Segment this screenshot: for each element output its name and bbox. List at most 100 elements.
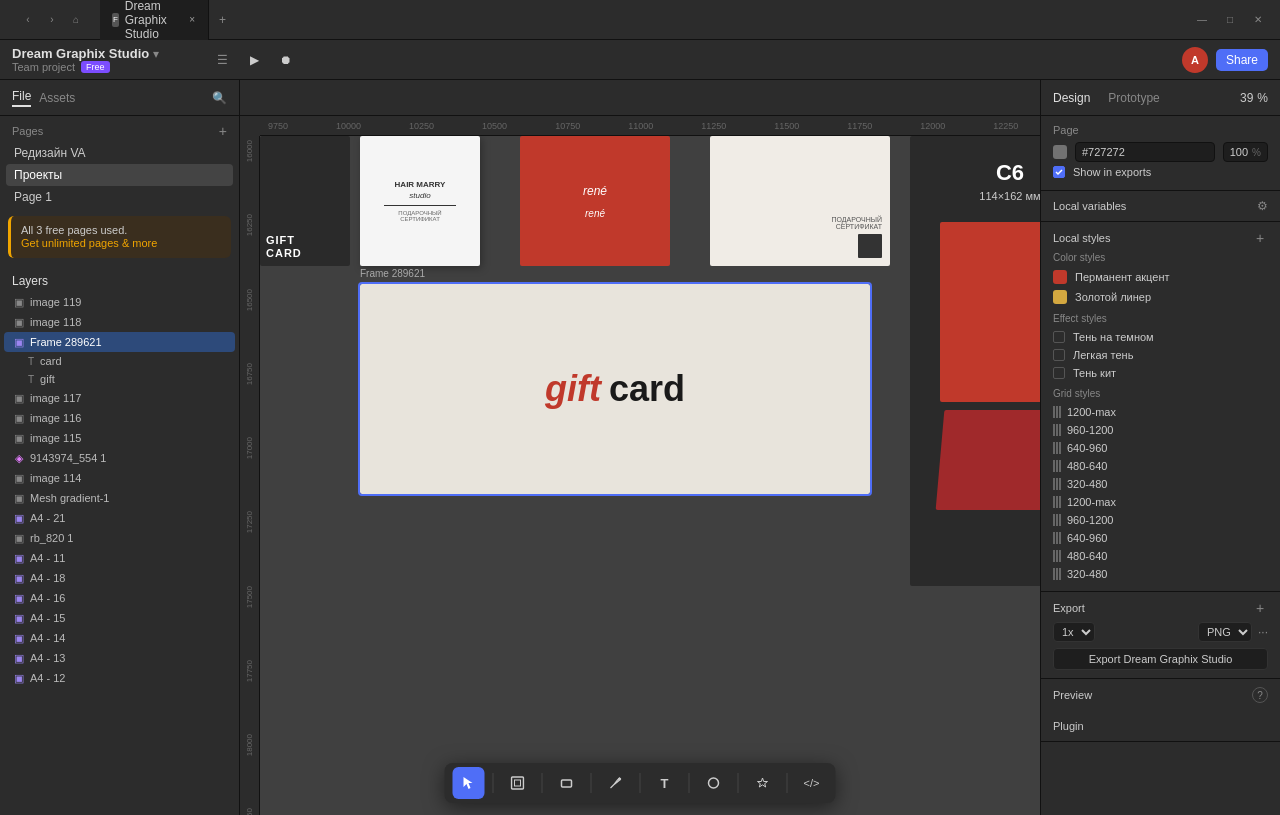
layer-a4-14[interactable]: ▣ A4 - 14 xyxy=(4,628,235,648)
layer-a4-15[interactable]: ▣ A4 - 15 xyxy=(4,608,235,628)
grid-320-480-1[interactable]: 320-480 xyxy=(1053,475,1268,493)
play-btn[interactable]: ▶ xyxy=(240,46,268,74)
canvas-hairmary-card[interactable]: HAIR MARRYstudio ПОДАРОЧНЫЙСЕРТИФИКАТ xyxy=(360,136,480,266)
svg-rect-2 xyxy=(562,780,572,787)
nav-back[interactable]: ‹ xyxy=(18,10,38,30)
pen-tool[interactable] xyxy=(600,767,632,799)
page-item-redesign[interactable]: Редизайн VA xyxy=(6,142,233,164)
star-tool[interactable] xyxy=(747,767,779,799)
ellipse-tool[interactable] xyxy=(698,767,730,799)
layer-image-115[interactable]: ▣ image 115 xyxy=(4,428,235,448)
grid-640-960-2[interactable]: 640-960 xyxy=(1053,529,1268,547)
effect-dark-shadow[interactable]: Тень на темном xyxy=(1053,328,1268,346)
layer-rb820[interactable]: ▣ rb_820 1 xyxy=(4,528,235,548)
page-color-swatch[interactable] xyxy=(1053,145,1067,159)
page-list: Редизайн VA Проекты Page 1 xyxy=(0,142,239,208)
layer-image-118[interactable]: ▣ image 118 xyxy=(4,312,235,332)
canvas-qr-card[interactable]: ПОДАРОЧНЫЙСЕРТИФИКАТ xyxy=(710,136,890,266)
record-btn[interactable]: ⏺ xyxy=(272,46,300,74)
show-exports-checkbox[interactable] xyxy=(1053,166,1065,178)
svg-rect-1 xyxy=(515,780,521,786)
layer-a4-21[interactable]: ▣ A4 - 21 xyxy=(4,508,235,528)
grid-960-1200-1[interactable]: 960-1200 xyxy=(1053,421,1268,439)
export-more-btn[interactable]: ··· xyxy=(1258,625,1268,639)
pages-add-btn[interactable]: + xyxy=(219,124,227,138)
close-btn[interactable]: ✕ xyxy=(1248,10,1268,30)
export-format-select[interactable]: PNG xyxy=(1198,622,1252,642)
notice-link[interactable]: Get unlimited pages & more xyxy=(21,237,157,249)
layer-a4-16[interactable]: ▣ A4 - 16 xyxy=(4,588,235,608)
canvas-area[interactable]: 9750 10000 10250 10500 10750 11000 11250… xyxy=(240,116,1040,815)
grid-480-640-2[interactable]: 480-640 xyxy=(1053,547,1268,565)
layer-component[interactable]: ◈ 9143974_554 1 xyxy=(4,448,235,468)
nav-home[interactable]: ⌂ xyxy=(66,10,86,30)
design-tab[interactable]: Design xyxy=(1045,87,1098,109)
sidebar-toggle[interactable]: ☰ xyxy=(217,53,228,67)
user-avatar[interactable]: A xyxy=(1182,47,1208,73)
page-opacity-field[interactable]: 100 % xyxy=(1223,142,1268,162)
card-word: card xyxy=(609,368,685,410)
file-tab[interactable]: File xyxy=(12,89,31,107)
grid-960-1200-2[interactable]: 960-1200 xyxy=(1053,511,1268,529)
add-style-btn[interactable]: + xyxy=(1252,230,1268,246)
layer-image-116[interactable]: ▣ image 116 xyxy=(4,408,235,428)
grid-640-960-1[interactable]: 640-960 xyxy=(1053,439,1268,457)
layer-mesh-gradient[interactable]: ▣ Mesh gradient-1 xyxy=(4,488,235,508)
shape-tool[interactable] xyxy=(551,767,583,799)
preview-row: Preview ? xyxy=(1053,687,1268,703)
select-tool[interactable] xyxy=(453,767,485,799)
help-icon[interactable]: ? xyxy=(1252,687,1268,703)
layer-image-117[interactable]: ▣ image 117 xyxy=(4,388,235,408)
layer-card[interactable]: T card xyxy=(4,352,235,370)
color-style-accent[interactable]: Перманент акцент xyxy=(1053,267,1268,287)
assets-tab[interactable]: Assets xyxy=(39,91,75,105)
page-color-field[interactable]: #727272 xyxy=(1075,142,1215,162)
preview-help-btn[interactable]: ? xyxy=(1252,687,1268,703)
new-tab-btn[interactable]: + xyxy=(215,0,230,40)
text-tool[interactable]: T xyxy=(649,767,681,799)
share-button[interactable]: Share xyxy=(1216,49,1268,71)
color-style-gold[interactable]: Золотой линер xyxy=(1053,287,1268,307)
local-vars-icon[interactable]: ⚙ xyxy=(1257,199,1268,213)
minimize-btn[interactable]: — xyxy=(1192,10,1212,30)
layer-gift[interactable]: T gift xyxy=(4,370,235,388)
tab-close-btn[interactable]: × xyxy=(188,12,196,28)
search-icon[interactable]: 🔍 xyxy=(212,91,227,105)
canvas-c6-envelope[interactable]: С6 114×162 мм xyxy=(910,136,1040,586)
nav-forward[interactable]: › xyxy=(42,10,62,30)
grid-320-480-2[interactable]: 320-480 xyxy=(1053,565,1268,583)
page-item-page1[interactable]: Page 1 xyxy=(6,186,233,208)
local-styles-label: Local styles xyxy=(1053,232,1110,244)
effect-kit-shadow[interactable]: Тень кит xyxy=(1053,364,1268,382)
left-sidebar: Pages + Редизайн VA Проекты Page 1 All 3… xyxy=(0,116,240,815)
maximize-btn[interactable]: □ xyxy=(1220,10,1240,30)
layer-a4-12[interactable]: ▣ A4 - 12 xyxy=(4,668,235,688)
layer-a4-11[interactable]: ▣ A4 - 11 xyxy=(4,548,235,568)
panel-tabs-row: File Assets 🔍 Design Prototype 39 % xyxy=(0,80,1280,116)
layer-a4-13[interactable]: ▣ A4 - 13 xyxy=(4,648,235,668)
grid-1200max-1[interactable]: 1200-max xyxy=(1053,403,1268,421)
prototype-tab[interactable]: Prototype xyxy=(1100,87,1167,109)
layer-image-114[interactable]: ▣ image 114 xyxy=(4,468,235,488)
export-scale-select[interactable]: 1x xyxy=(1053,622,1095,642)
export-button[interactable]: Export Dream Graphix Studio xyxy=(1053,648,1268,670)
frame-tool[interactable] xyxy=(502,767,534,799)
grid-styles-group: Grid styles 1200-max 960-1200 xyxy=(1053,388,1268,583)
toolbar-separator-6 xyxy=(738,773,739,793)
layer-image-119[interactable]: ▣ image 119 xyxy=(4,292,235,312)
canvas-rene-red[interactable]: rené rené xyxy=(520,136,670,266)
canvas-content[interactable]: HAIR MARRYstudio ПОДАРОЧНЫЙСЕРТИФИКАТ GI… xyxy=(260,136,1040,775)
image-icon: ▣ xyxy=(12,315,26,329)
add-export-btn[interactable]: + xyxy=(1252,600,1268,616)
grid-1200max-2[interactable]: 1200-max xyxy=(1053,493,1268,511)
grid-icon-3 xyxy=(1053,442,1061,454)
page-item-projects[interactable]: Проекты xyxy=(6,164,233,186)
effect-light-shadow[interactable]: Легкая тень xyxy=(1053,346,1268,364)
code-tool[interactable]: </> xyxy=(796,767,828,799)
layer-a4-18[interactable]: ▣ A4 - 18 xyxy=(4,568,235,588)
layer-frame-289621[interactable]: ▣ Frame 289621 xyxy=(4,332,235,352)
canvas-dark-card[interactable]: GIFTCARD xyxy=(260,136,350,266)
dropdown-icon[interactable]: ▾ xyxy=(153,47,159,61)
gift-card-frame[interactable]: gift card xyxy=(360,284,870,494)
grid-480-640-1[interactable]: 480-640 xyxy=(1053,457,1268,475)
